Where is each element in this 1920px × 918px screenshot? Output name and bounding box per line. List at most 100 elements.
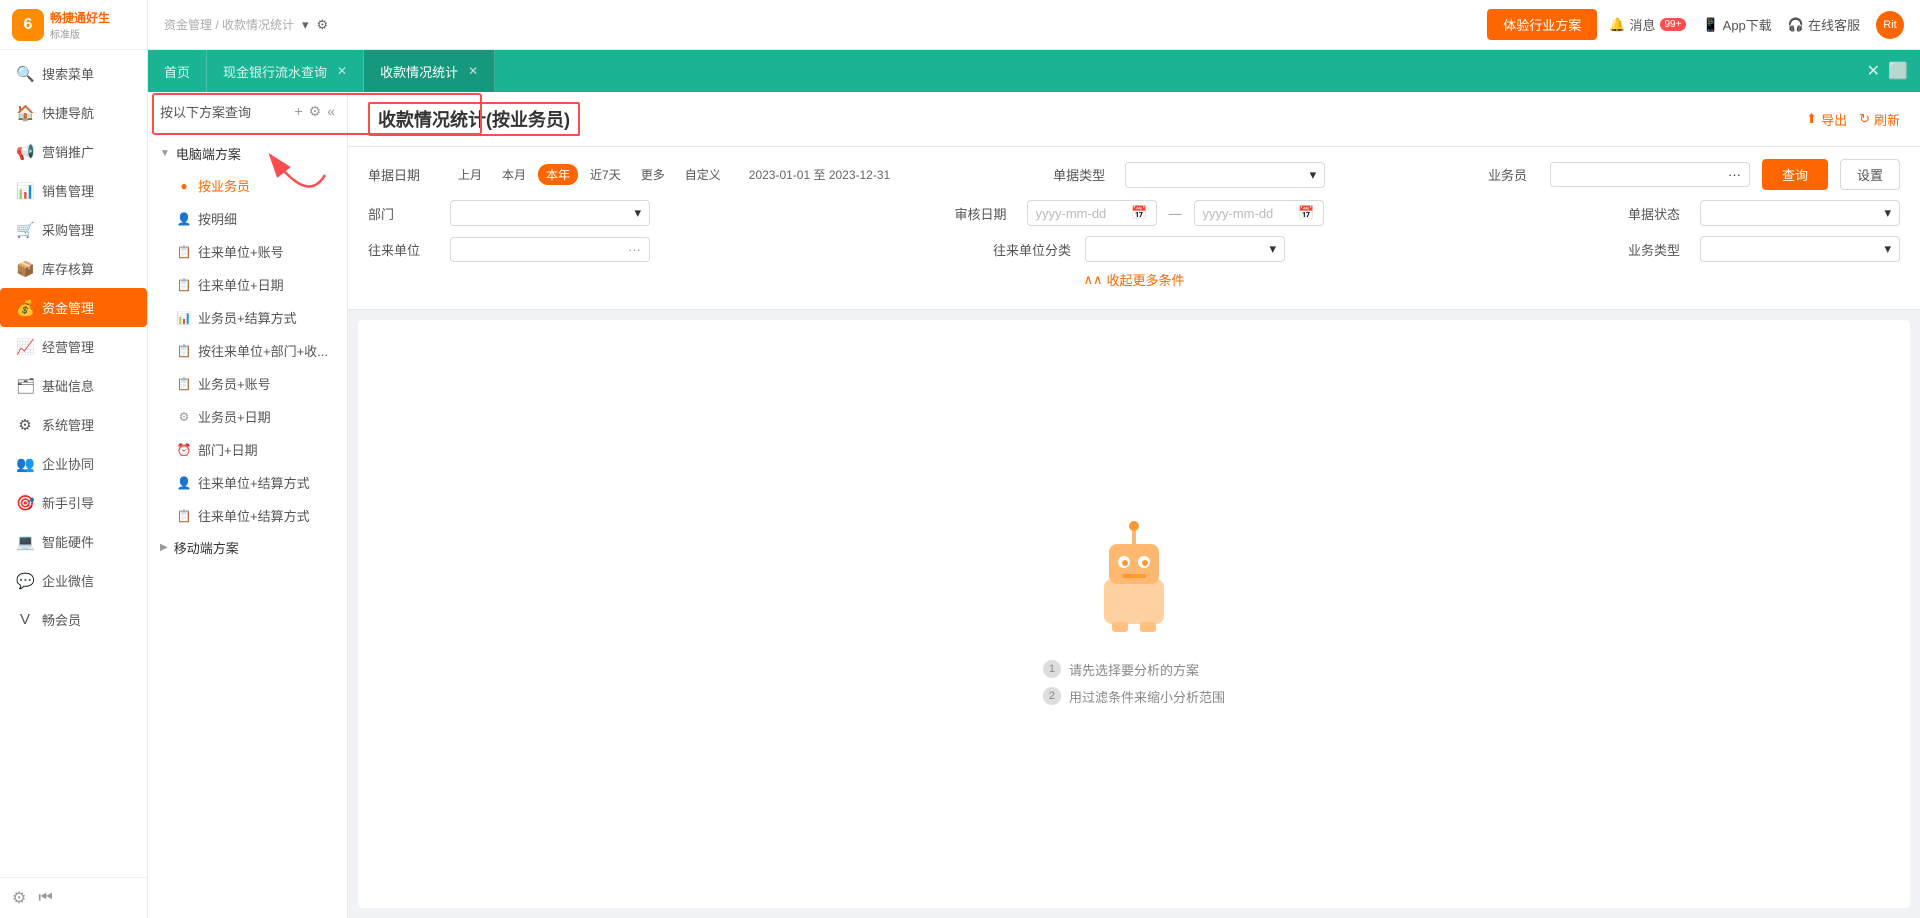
sidebar-item-member[interactable]: V 畅会员 <box>0 600 147 639</box>
notification-btn[interactable]: 🔔 消息 99+ <box>1609 15 1686 34</box>
table-icon-2: 📋 <box>176 278 192 292</box>
sidebar-item-guide[interactable]: 🎯 新手引导 <box>0 483 147 522</box>
date-tab-this-year[interactable]: 本年 <box>538 164 578 185</box>
mobile-group-arrow-icon: ▶ <box>160 542 168 553</box>
export-button[interactable]: ⬆ 导出 <box>1806 110 1847 129</box>
breadcrumb-dropdown-icon[interactable]: ▾ <box>302 17 309 33</box>
scheme-add-icon[interactable]: + <box>294 103 302 120</box>
filter-panel: 单据日期 上月 本月 本年 近7天 更多 自定义 2023-01-01 至 20… <box>348 147 1920 310</box>
tab-bank-close-icon[interactable]: ✕ <box>337 64 347 78</box>
trending-icon: 📈 <box>16 338 34 356</box>
sidebar-item-sales[interactable]: 📊 销售管理 <box>0 171 147 210</box>
sidebar-item-purchase[interactable]: 🛒 采购管理 <box>0 210 147 249</box>
user-avatar[interactable]: Rit <box>1876 11 1904 39</box>
scheme-gear-icon[interactable]: ⚙ <box>309 103 322 120</box>
counterpart-category-select[interactable]: ▾ <box>1085 236 1285 262</box>
date-tab-custom[interactable]: 自定义 <box>677 164 729 185</box>
scheme-item-dept-date[interactable]: ⏰ 部门+日期 <box>148 433 347 466</box>
header-gear-icon[interactable]: ⚙ <box>317 17 329 33</box>
app-download-btn[interactable]: 📱 App下载 <box>1702 15 1771 34</box>
scheme-item-detail[interactable]: 👤 按明细 <box>148 202 347 235</box>
scheme-header-label: 按以下方案查询 <box>160 102 251 121</box>
review-date-end[interactable]: yyyy-mm-dd 📅 <box>1194 200 1324 226</box>
scheme-group-mobile: ▶ 移动端方案 <box>148 532 347 563</box>
tab-home[interactable]: 首页 <box>148 50 207 92</box>
tip-num-2: 2 <box>1043 687 1061 705</box>
scheme-item-counterpart-date[interactable]: 📋 往来单位+日期 <box>148 268 347 301</box>
chart-icon: 📊 <box>16 182 34 200</box>
scheme-panel: 按以下方案查询 + ⚙ « ▼ 电脑端方案 ● 按业务员 <box>148 92 348 918</box>
sidebar-item-marketing[interactable]: 📢 营销推广 <box>0 132 147 171</box>
vip-icon: V <box>16 611 34 628</box>
logo-text: 畅捷通好生 标准版 <box>50 9 110 41</box>
date-tab-last-month[interactable]: 上月 <box>450 164 490 185</box>
pc-group-name: 电脑端方案 <box>176 144 241 163</box>
sidebar-item-hardware[interactable]: 💻 智能硬件 <box>0 522 147 561</box>
bell-icon: 🔔 <box>1609 17 1625 33</box>
sidebar-item-search[interactable]: 🔍 搜索菜单 <box>0 54 147 93</box>
refresh-button[interactable]: ↻ 刷新 <box>1859 110 1900 129</box>
sidebar-item-master[interactable]: 🗂 基础信息 <box>0 366 147 405</box>
scheme-group-pc-header[interactable]: ▼ 电脑端方案 <box>148 138 347 169</box>
scheme-item-salesman-settle[interactable]: 📊 业务员+结算方式 <box>148 301 347 334</box>
query-button[interactable]: 查询 <box>1762 159 1828 190</box>
logo: 6 畅捷通好生 标准版 <box>0 0 147 50</box>
date-tabs: 上月 本月 本年 近7天 更多 自定义 <box>450 164 729 185</box>
voucher-status-select[interactable]: ▾ <box>1700 200 1900 226</box>
sidebar-item-collab[interactable]: 👥 企业协同 <box>0 444 147 483</box>
setting-button[interactable]: 设置 <box>1840 159 1900 190</box>
voucher-type-select[interactable]: ▾ <box>1125 162 1325 188</box>
laptop-icon: 💻 <box>16 533 34 551</box>
tab-close-window-icon[interactable]: ✕ <box>1867 61 1880 81</box>
headset-icon: 🎧 <box>1788 17 1804 33</box>
scheme-item-counterpart-account[interactable]: 📋 往来单位+账号 <box>148 235 347 268</box>
chat-icon: 💬 <box>16 572 34 590</box>
sidebar-item-operations[interactable]: 📈 经营管理 <box>0 327 147 366</box>
tab-bank[interactable]: 现金银行流水查询 ✕ <box>207 50 364 92</box>
logo-icon: 6 <box>12 9 44 41</box>
scheme-item-salesman-account[interactable]: 📋 业务员+账号 <box>148 367 347 400</box>
table-icon-4: 📋 <box>176 377 192 391</box>
refresh-icon: ↻ <box>1859 111 1870 127</box>
collapse-row: ∧∧ 收起更多条件 <box>368 262 1900 297</box>
collapse-button[interactable]: ∧∧ 收起更多条件 <box>1083 270 1184 289</box>
date-tab-7days[interactable]: 近7天 <box>582 164 629 185</box>
counterpart-category-label: 往来单位分类 <box>993 240 1073 259</box>
sidebar-item-system[interactable]: ⚙ 系统管理 <box>0 405 147 444</box>
scheme-item-salesman[interactable]: ● 按业务员 <box>148 169 347 202</box>
date-tab-more[interactable]: 更多 <box>633 164 673 185</box>
scheme-item-active-icon: ● <box>176 179 192 193</box>
tab-receipt-close-icon[interactable]: ✕ <box>468 64 478 78</box>
salesman-more-icon: ··· <box>1728 167 1741 182</box>
sidebar-item-wechat[interactable]: 💬 企业微信 <box>0 561 147 600</box>
scheme-item-counterpart-settle1[interactable]: 👤 往来单位+结算方式 <box>148 466 347 499</box>
tab-restore-icon[interactable]: ⬜ <box>1888 61 1908 81</box>
scheme-item-counterpart-settle2[interactable]: 📋 往来单位+结算方式 <box>148 499 347 532</box>
counterpart-select[interactable]: ··· <box>450 237 650 262</box>
results-area: 1 请先选择要分析的方案 2 用过滤条件来缩小分析范围 <box>348 310 1920 918</box>
content-area: 按以下方案查询 + ⚙ « ▼ 电脑端方案 ● 按业务员 <box>148 92 1920 918</box>
sidebar-item-finance[interactable]: 💰 资金管理 <box>0 288 147 327</box>
scheme-group-mobile-header[interactable]: ▶ 移动端方案 <box>148 532 347 563</box>
scheme-item-salesman-date[interactable]: ⚙ 业务员+日期 <box>148 400 347 433</box>
sidebar-item-inventory[interactable]: 📦 库存核算 <box>0 249 147 288</box>
mobile-group-name: 移动端方案 <box>174 538 239 557</box>
scheme-collapse-icon[interactable]: « <box>327 103 335 120</box>
online-service-btn[interactable]: 🎧 在线客服 <box>1788 15 1860 34</box>
sidebar-footer: ⚙ ⏮ <box>0 877 147 918</box>
dept-select[interactable]: ▾ <box>450 200 650 226</box>
salesman-label: 业务员 <box>1488 165 1538 184</box>
sidebar: 6 畅捷通好生 标准版 🔍 搜索菜单 🏠 快捷导航 📢 营销推广 📊 销售管理 … <box>0 0 148 918</box>
money-icon: 💰 <box>16 299 34 317</box>
collapse-sidebar-icon[interactable]: ⏮ <box>38 889 52 907</box>
settings-footer-icon[interactable]: ⚙ <box>12 888 26 908</box>
trial-button[interactable]: 体验行业方案 <box>1487 9 1597 40</box>
business-type-select[interactable]: ▾ <box>1700 236 1900 262</box>
tab-bar: 首页 现金银行流水查询 ✕ 收款情况统计 ✕ ✕ ⬜ <box>148 50 1920 92</box>
scheme-item-counterpart-dept[interactable]: 📋 按往来单位+部门+收... <box>148 334 347 367</box>
review-date-start[interactable]: yyyy-mm-dd 📅 <box>1027 200 1157 226</box>
date-tab-this-month[interactable]: 本月 <box>494 164 534 185</box>
tab-receipt[interactable]: 收款情况统计 ✕ <box>364 50 495 92</box>
salesman-select[interactable]: ··· <box>1550 162 1750 187</box>
sidebar-item-quicknav[interactable]: 🏠 快捷导航 <box>0 93 147 132</box>
